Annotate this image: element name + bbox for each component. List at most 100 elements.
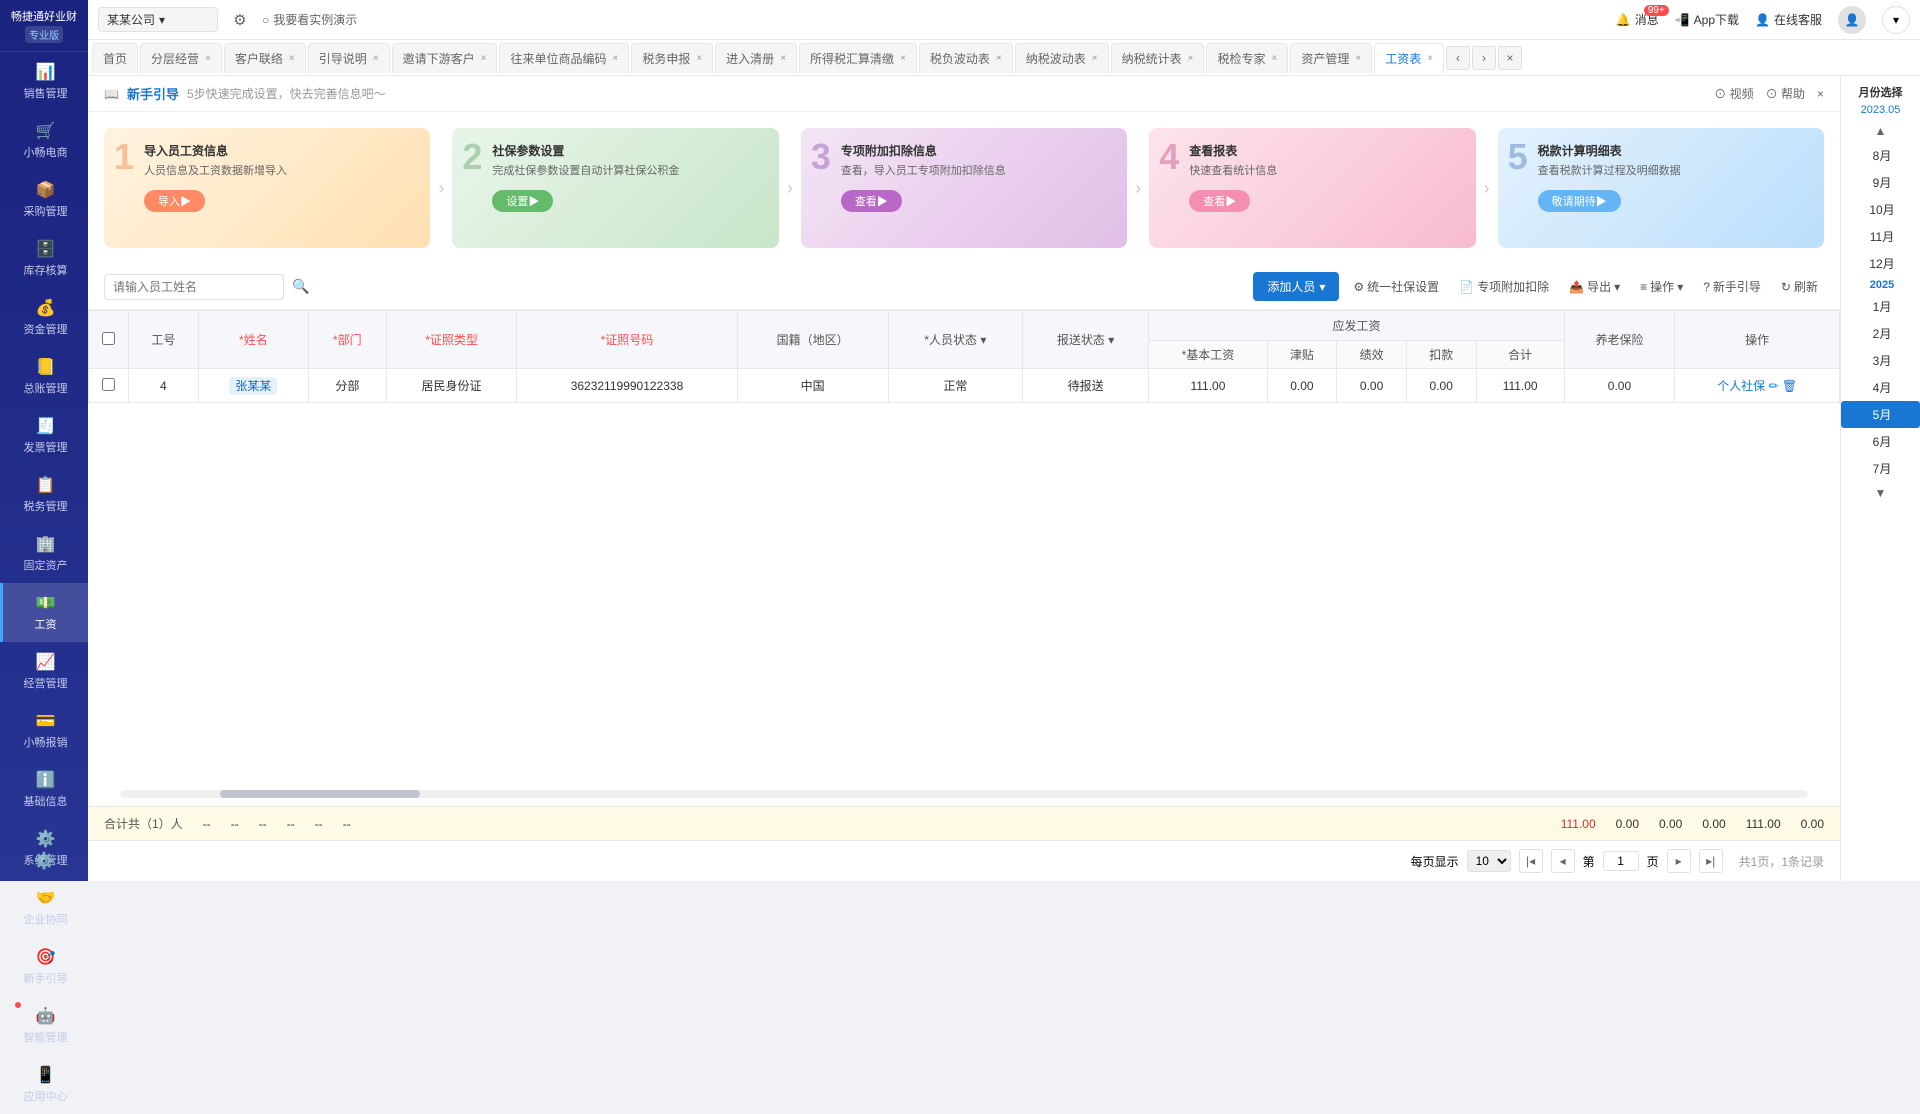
tab-tax-expert[interactable]: 税检专家 × — [1206, 43, 1288, 73]
horizontal-scrollbar[interactable] — [88, 782, 1840, 806]
tab-tax-burden-close[interactable]: × — [996, 53, 1002, 64]
tab-invite-close[interactable]: × — [481, 53, 487, 64]
page-input[interactable] — [1603, 851, 1639, 871]
tab-income-tax[interactable]: 所得税汇算清缴 × — [799, 43, 917, 73]
step-4-btn[interactable]: 查看▶ — [1189, 190, 1250, 212]
month-item-5[interactable]: 5月 — [1841, 401, 1920, 428]
tab-tax-fluctuation-close[interactable]: × — [1092, 53, 1098, 64]
company-selector[interactable]: 某某公司 ▾ — [98, 7, 218, 32]
month-item-11[interactable]: 11月 — [1841, 223, 1920, 250]
page-size-select[interactable]: 10 20 50 — [1467, 850, 1511, 872]
guide-close-btn[interactable]: × — [1817, 87, 1824, 101]
month-item-1[interactable]: 1月 — [1841, 293, 1920, 320]
refresh-btn[interactable]: ↻ 刷新 — [1775, 274, 1824, 299]
sidebar-item-basic[interactable]: ℹ️ 基础信息 — [0, 760, 88, 819]
tab-product-code[interactable]: 往来单位商品编码 × — [499, 43, 629, 73]
tab-asset-mgmt[interactable]: 资产管理 × — [1290, 43, 1372, 73]
month-item-4[interactable]: 4月 — [1841, 374, 1920, 401]
tab-clearance[interactable]: 进入清册 × — [715, 43, 797, 73]
page-first-btn[interactable]: |◂ — [1519, 849, 1543, 873]
month-item-6[interactable]: 6月 — [1841, 428, 1920, 455]
month-item-12[interactable]: 12月 — [1841, 250, 1920, 277]
step-1-btn[interactable]: 导入▶ — [144, 190, 205, 212]
sidebar-settings-btn[interactable]: ⚙️ — [34, 851, 54, 871]
sidebar-item-ledger[interactable]: 📒 总账管理 — [0, 347, 88, 406]
tab-customer-close[interactable]: × — [289, 53, 295, 64]
online-service-button[interactable]: 👤 在线客服 — [1755, 11, 1822, 28]
sidebar-item-purchase[interactable]: 📦 采购管理 — [0, 170, 88, 229]
app-download-button[interactable]: 📲 App下载 — [1675, 11, 1739, 28]
tab-tax-stat-close[interactable]: × — [1188, 53, 1194, 64]
step-3-btn[interactable]: 查看▶ — [841, 190, 902, 212]
tab-salary-close[interactable]: × — [1427, 53, 1433, 64]
add-person-button[interactable]: 添加人员 ▾ — [1253, 272, 1339, 301]
search-input[interactable] — [104, 274, 284, 300]
tab-income-tax-close[interactable]: × — [900, 53, 906, 64]
report-filter-icon[interactable]: ▾ — [1108, 333, 1114, 347]
page-next-btn[interactable]: ▸ — [1667, 849, 1691, 873]
tab-close-all[interactable]: × — [1498, 46, 1522, 70]
sidebar-item-fund[interactable]: 💰 资金管理 — [0, 288, 88, 347]
tab-tax-expert-close[interactable]: × — [1271, 53, 1277, 64]
tab-product-code-close[interactable]: × — [612, 53, 618, 64]
sidebar-item-app[interactable]: 📱 应用中心 — [0, 1055, 88, 1114]
sidebar-item-ops[interactable]: 📈 经营管理 — [0, 642, 88, 701]
user-avatar[interactable]: 👤 — [1838, 6, 1866, 34]
tab-guide-info[interactable]: 引导说明 × — [308, 43, 390, 73]
sidebar-item-guide[interactable]: 🎯 新手引导 — [0, 937, 88, 996]
tab-home[interactable]: 首页 — [92, 43, 138, 73]
tab-tax-burden[interactable]: 税负波动表 × — [919, 43, 1013, 73]
month-item-9[interactable]: 9月 — [1841, 169, 1920, 196]
tab-tiered-close[interactable]: × — [205, 53, 211, 64]
tab-asset-mgmt-close[interactable]: × — [1355, 53, 1361, 64]
settings-button[interactable]: ⚙ — [226, 6, 254, 34]
step-5-btn[interactable]: 敬请期待▶ — [1538, 190, 1621, 212]
month-item-3[interactable]: 3月 — [1841, 347, 1920, 374]
sidebar-item-ecom[interactable]: 🛒 小畅电商 — [0, 111, 88, 170]
tab-customer[interactable]: 客户联络 × — [224, 43, 306, 73]
tab-tax-stat[interactable]: 纳税统计表 × — [1111, 43, 1205, 73]
op-delete-icon[interactable]: 🗑 — [1782, 379, 1797, 393]
month-item-8[interactable]: 8月 — [1841, 142, 1920, 169]
sidebar-item-collab[interactable]: 🤝 企业协同 — [0, 878, 88, 937]
op-social-security[interactable]: 个人社保 — [1717, 379, 1765, 393]
sidebar-item-inventory[interactable]: 🗄️ 库存核算 — [0, 229, 88, 288]
sidebar-item-sales[interactable]: 📊 销售管理 — [0, 52, 88, 111]
month-down-btn[interactable]: ▼ — [1867, 482, 1895, 504]
tab-nav-prev[interactable]: ‹ — [1446, 46, 1470, 70]
tab-salary[interactable]: 工资表 × — [1374, 43, 1444, 74]
sidebar-item-salary[interactable]: 💵 工资 — [0, 583, 88, 642]
op-edit-icon[interactable]: ✏ — [1768, 379, 1778, 393]
select-all-checkbox[interactable] — [102, 332, 115, 345]
tab-tiered[interactable]: 分层经营 × — [140, 43, 222, 73]
step-2-btn[interactable]: 设置▶ — [492, 190, 553, 212]
sidebar-item-invoice[interactable]: 🧾 发票管理 — [0, 406, 88, 465]
month-up-btn[interactable]: ▲ — [1867, 120, 1895, 142]
guide-video-btn[interactable]: ⊙ 视频 — [1714, 85, 1753, 102]
page-last-btn[interactable]: ▸| — [1699, 849, 1723, 873]
header-checkbox[interactable] — [89, 311, 129, 369]
tab-guide-info-close[interactable]: × — [373, 53, 379, 64]
operation-btn[interactable]: ≡ 操作 ▾ — [1634, 274, 1689, 299]
status-filter-icon[interactable]: ▾ — [980, 333, 986, 347]
month-item-10[interactable]: 10月 — [1841, 196, 1920, 223]
tab-tax-fluctuation[interactable]: 纳税波动表 × — [1015, 43, 1109, 73]
tab-invite[interactable]: 邀请下游客户 × — [392, 43, 498, 73]
row-checkbox-cell[interactable] — [89, 369, 129, 403]
tab-nav-next[interactable]: › — [1472, 46, 1496, 70]
special-deduction-btn[interactable]: 📄 专项附加扣除 — [1453, 274, 1555, 299]
export-btn[interactable]: 📤 导出 ▾ — [1563, 274, 1626, 299]
month-item-7[interactable]: 7月 — [1841, 455, 1920, 482]
sidebar-item-ai[interactable]: 🤖 智能管理 — [0, 996, 88, 1055]
tab-tax-declare-close[interactable]: × — [696, 53, 702, 64]
row-checkbox[interactable] — [102, 378, 115, 391]
month-item-2[interactable]: 2月 — [1841, 320, 1920, 347]
unify-settings-btn[interactable]: ⚙ 统一社保设置 — [1347, 274, 1445, 299]
guide-help-btn[interactable]: ⊙ 帮助 — [1766, 85, 1805, 102]
message-button[interactable]: 🔔 消息 99+ — [1616, 11, 1659, 28]
sidebar-item-expense[interactable]: 💳 小畅报销 — [0, 701, 88, 760]
tab-tax-declare[interactable]: 税务申报 × — [631, 43, 713, 73]
sidebar-item-tax[interactable]: 📋 税务管理 — [0, 465, 88, 524]
sidebar-item-assets[interactable]: 🏢 固定资产 — [0, 524, 88, 583]
tab-clearance-close[interactable]: × — [780, 53, 786, 64]
